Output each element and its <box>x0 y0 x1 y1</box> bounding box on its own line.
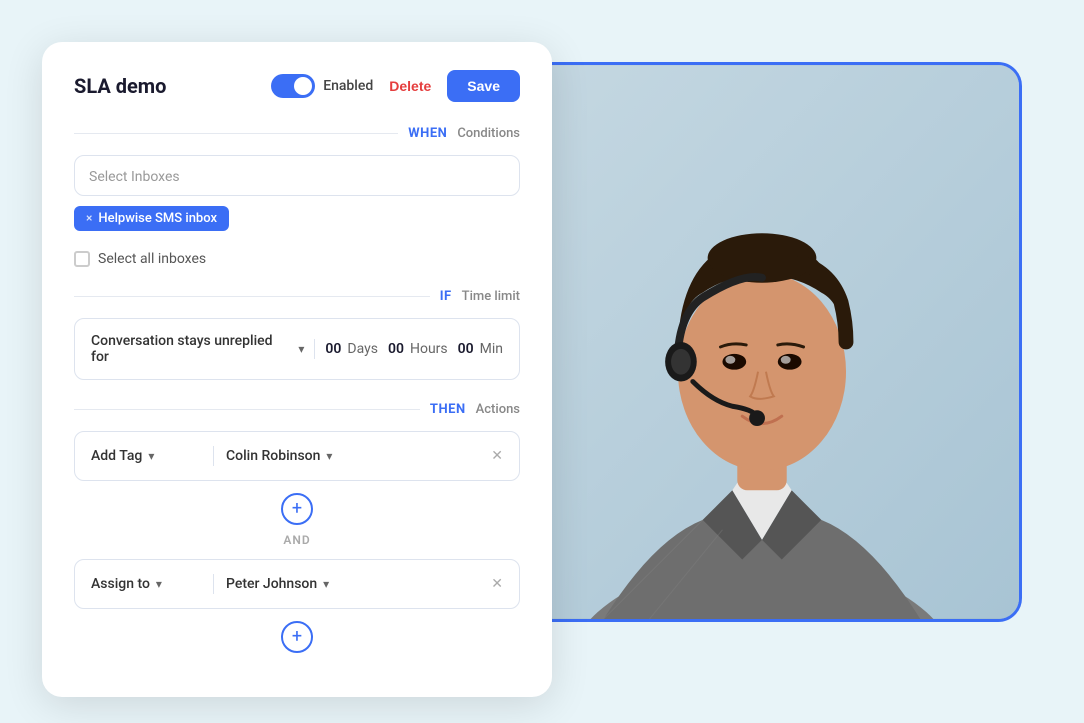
hours-field: 00 Hours <box>388 341 448 357</box>
inbox-tag: × Helpwise SMS inbox <box>74 206 229 231</box>
mins-value: 00 <box>458 341 474 357</box>
add-action-button-2[interactable]: + <box>281 621 313 653</box>
select-all-label: Select all inboxes <box>98 251 206 267</box>
action-value-chevron-icon-1: ▾ <box>326 449 332 463</box>
enabled-toggle-wrapper: Enabled <box>271 74 373 98</box>
inbox-select-row[interactable]: Select Inboxes <box>74 155 520 196</box>
when-line-left <box>74 133 398 134</box>
condition-chevron-icon: ▾ <box>298 342 304 356</box>
time-divider <box>314 339 315 359</box>
inbox-tag-label: Helpwise SMS inbox <box>98 211 217 226</box>
condition-select[interactable]: Conversation stays unreplied for ▾ <box>91 333 304 365</box>
action-value-label-1: Colin Robinson <box>226 448 320 464</box>
if-section: IF Time limit Conversation stays unrepli… <box>74 289 520 380</box>
inbox-placeholder: Select Inboxes <box>89 169 180 185</box>
page-title: SLA demo <box>74 74 166 98</box>
action-chevron-icon-1: ▾ <box>148 449 154 463</box>
then-keyword: THEN <box>430 402 466 417</box>
days-field: 00 Days <box>325 341 378 357</box>
and-label: AND <box>74 533 520 547</box>
days-value: 00 <box>325 341 341 357</box>
header-actions: Enabled Delete Save <box>271 70 520 102</box>
inbox-tag-remove[interactable]: × <box>86 211 92 225</box>
if-line-left <box>74 296 430 297</box>
action-divider-1 <box>213 446 214 466</box>
then-sub: Actions <box>476 402 520 417</box>
when-keyword: When <box>408 126 447 141</box>
condition-label: Conversation stays unreplied for <box>91 333 292 365</box>
action-select-1[interactable]: Add Tag ▾ <box>91 448 201 464</box>
action-select-2[interactable]: Assign to ▾ <box>91 576 201 592</box>
action-remove-2[interactable]: ✕ <box>491 576 503 592</box>
enabled-toggle[interactable] <box>271 74 315 98</box>
action-label-1: Add Tag <box>91 448 142 464</box>
toggle-thumb <box>294 77 312 95</box>
action-chevron-icon-2: ▾ <box>156 577 162 591</box>
form-header: SLA demo Enabled Delete Save <box>74 70 520 102</box>
mins-unit: Min <box>480 341 503 357</box>
mins-field: 00 Min <box>458 341 503 357</box>
person-illustration <box>505 65 1019 619</box>
when-section: When Conditions Select Inboxes × Helpwis… <box>74 126 520 267</box>
action-value-select-2[interactable]: Peter Johnson ▾ <box>226 576 479 592</box>
if-keyword: IF <box>440 289 452 304</box>
days-unit: Days <box>347 341 378 357</box>
save-button[interactable]: Save <box>447 70 520 102</box>
when-section-header: When Conditions <box>74 126 520 141</box>
toggle-label: Enabled <box>323 78 373 94</box>
select-all-row: Select all inboxes <box>74 251 520 267</box>
then-line-left <box>74 409 420 410</box>
if-sub: Time limit <box>462 289 520 304</box>
delete-button[interactable]: Delete <box>389 78 431 94</box>
action-remove-1[interactable]: ✕ <box>491 448 503 464</box>
action-value-chevron-icon-2: ▾ <box>323 577 329 591</box>
agent-photo <box>505 65 1019 619</box>
when-sub: Conditions <box>457 126 520 141</box>
action-label-2: Assign to <box>91 576 150 592</box>
select-all-checkbox[interactable] <box>74 251 90 267</box>
form-card: SLA demo Enabled Delete Save When Condit… <box>42 42 552 697</box>
hours-unit: Hours <box>410 341 448 357</box>
hours-value: 00 <box>388 341 404 357</box>
action-divider-2 <box>213 574 214 594</box>
action-row-2: Assign to ▾ Peter Johnson ▾ ✕ <box>74 559 520 609</box>
add-action-button-1[interactable]: + <box>281 493 313 525</box>
photo-card <box>502 62 1022 622</box>
time-row: Conversation stays unreplied for ▾ 00 Da… <box>74 318 520 380</box>
action-value-label-2: Peter Johnson <box>226 576 317 592</box>
action-row-1: Add Tag ▾ Colin Robinson ▾ ✕ <box>74 431 520 481</box>
if-section-header: IF Time limit <box>74 289 520 304</box>
then-section: THEN Actions Add Tag ▾ Colin Robinson ▾ … <box>74 402 520 653</box>
inbox-tag-wrapper: × Helpwise SMS inbox <box>74 206 520 241</box>
action-value-select-1[interactable]: Colin Robinson ▾ <box>226 448 479 464</box>
then-section-header: THEN Actions <box>74 402 520 417</box>
